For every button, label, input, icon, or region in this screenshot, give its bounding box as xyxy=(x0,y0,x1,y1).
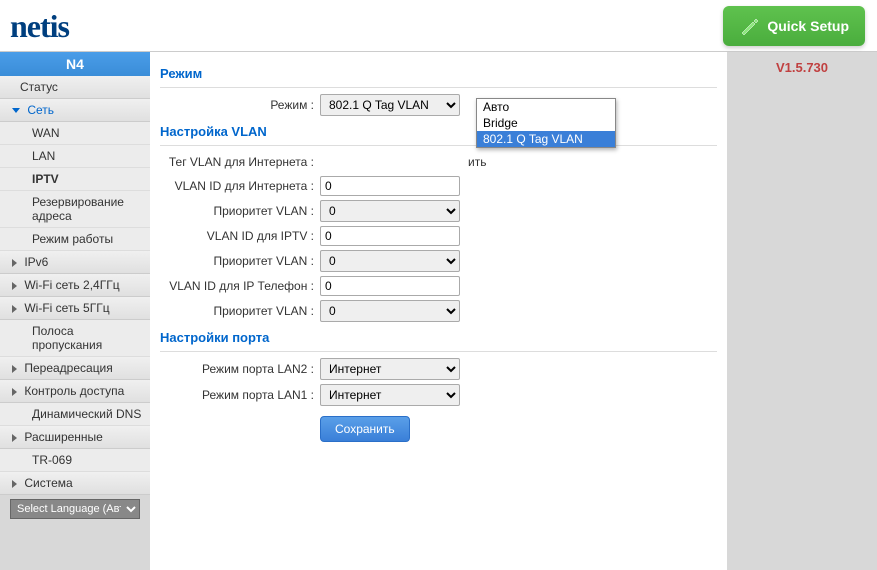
sidebar-item-wifi5[interactable]: Wi-Fi сеть 5ГГц xyxy=(0,297,150,320)
tag-vlan-internet-label: Тег VLAN для Интернета : xyxy=(160,155,320,169)
right-panel: V1.5.730 xyxy=(727,52,877,570)
sidebar-subitem-ddns[interactable]: Динамический DNS xyxy=(0,403,150,426)
chevron-down-icon xyxy=(12,108,20,113)
version-label: V1.5.730 xyxy=(735,60,869,75)
sidebar-item-access[interactable]: Контроль доступа xyxy=(0,380,150,403)
language-select[interactable]: Select Language (Авто) xyxy=(10,499,140,519)
sidebar-item-label: Сеть xyxy=(27,103,54,117)
quick-setup-button[interactable]: Quick Setup xyxy=(723,6,865,46)
mode-select[interactable]: 802.1 Q Tag VLAN xyxy=(320,94,460,116)
section-vlan-title: Настройка VLAN xyxy=(160,118,717,146)
sidebar-item-wifi24[interactable]: Wi-Fi сеть 2,4ГГц xyxy=(0,274,150,297)
quick-setup-label: Quick Setup xyxy=(767,18,849,34)
magic-wand-icon xyxy=(739,16,759,36)
mode-dropdown-open: Авто Bridge 802.1 Q Tag VLAN xyxy=(476,98,616,148)
sidebar-subitem-wan[interactable]: WAN xyxy=(0,122,150,145)
form-row-vlan-id-internet: VLAN ID для Интернета : xyxy=(160,174,717,198)
section-mode-title: Режим xyxy=(160,60,717,88)
vlan-id-iptv-label: VLAN ID для IPTV : xyxy=(160,229,320,243)
tag-vlan-internet-hint: ить xyxy=(468,155,717,169)
main-container: N4 Статус Сеть WAN LAN IPTV Резервирован… xyxy=(0,52,877,570)
vlan-priority-select-3[interactable]: 0 xyxy=(320,300,460,322)
sidebar-item-advanced[interactable]: Расширенные xyxy=(0,426,150,449)
form-row-tag-vlan-internet: Тег VLAN для Интернета : ить xyxy=(160,150,717,174)
sidebar-item-status[interactable]: Статус xyxy=(0,76,150,99)
sidebar-subitem-lan[interactable]: LAN xyxy=(0,145,150,168)
chevron-right-icon xyxy=(12,365,17,373)
sidebar-item-ipv6[interactable]: IPv6 xyxy=(0,251,150,274)
vlan-priority-select-1[interactable]: 0 xyxy=(320,200,460,222)
vlan-priority-label-2: Приоритет VLAN : xyxy=(160,254,320,268)
sidebar-model: N4 xyxy=(0,52,150,76)
form-row-mode: Режим : 802.1 Q Tag VLAN xyxy=(160,92,717,118)
vlan-priority-label-3: Приоритет VLAN : xyxy=(160,304,320,318)
mode-label: Режим : xyxy=(160,98,320,112)
vlan-id-phone-label: VLAN ID для IP Телефон : xyxy=(160,279,320,293)
sidebar-item-label: Расширенные xyxy=(24,430,103,444)
chevron-right-icon xyxy=(12,480,17,488)
sidebar-subitem-addr-reservation[interactable]: Резервирование адреса xyxy=(0,191,150,228)
chevron-right-icon xyxy=(12,388,17,396)
chevron-right-icon xyxy=(12,434,17,442)
logo: netis xyxy=(10,8,69,45)
sidebar-subitem-op-mode[interactable]: Режим работы xyxy=(0,228,150,251)
sidebar-subitem-bandwidth[interactable]: Полоса пропускания xyxy=(0,320,150,357)
sidebar-item-label: Wi-Fi сеть 2,4ГГц xyxy=(24,278,119,292)
form-row-port-lan2: Режим порта LAN2 : Интернет xyxy=(160,356,717,382)
port-lan2-label: Режим порта LAN2 : xyxy=(160,362,320,376)
section-port-title: Настройки порта xyxy=(160,324,717,352)
sidebar-item-label: IPv6 xyxy=(24,255,48,269)
chevron-right-icon xyxy=(12,259,17,267)
vlan-priority-label: Приоритет VLAN : xyxy=(160,204,320,218)
sidebar-item-label: Контроль доступа xyxy=(24,384,124,398)
form-row-vlan-priority-2: Приоритет VLAN : 0 xyxy=(160,248,717,274)
vlan-id-phone-input[interactable] xyxy=(320,276,460,296)
sidebar-item-network[interactable]: Сеть xyxy=(0,99,150,122)
top-bar: netis Quick Setup xyxy=(0,0,877,52)
vlan-id-internet-label: VLAN ID для Интернета : xyxy=(160,179,320,193)
vlan-id-internet-input[interactable] xyxy=(320,176,460,196)
sidebar-subitem-iptv[interactable]: IPTV xyxy=(0,168,150,191)
port-lan1-label: Режим порта LAN1 : xyxy=(160,388,320,402)
content-area: Режим Режим : 802.1 Q Tag VLAN Авто Brid… xyxy=(150,52,727,570)
chevron-right-icon xyxy=(12,282,17,290)
sidebar-subitem-tr069[interactable]: TR-069 xyxy=(0,449,150,472)
dropdown-option-auto[interactable]: Авто xyxy=(477,99,615,115)
vlan-id-iptv-input[interactable] xyxy=(320,226,460,246)
sidebar-item-label: Система xyxy=(24,476,72,490)
chevron-right-icon xyxy=(12,305,17,313)
sidebar-item-system[interactable]: Система xyxy=(0,472,150,495)
sidebar-item-label: Переадресация xyxy=(24,361,112,375)
form-row-vlan-priority-1: Приоритет VLAN : 0 xyxy=(160,198,717,224)
port-lan2-select[interactable]: Интернет xyxy=(320,358,460,380)
form-row-port-lan1: Режим порта LAN1 : Интернет xyxy=(160,382,717,408)
form-row-vlan-priority-3: Приоритет VLAN : 0 xyxy=(160,298,717,324)
port-lan1-select[interactable]: Интернет xyxy=(320,384,460,406)
sidebar: N4 Статус Сеть WAN LAN IPTV Резервирован… xyxy=(0,52,150,570)
dropdown-option-bridge[interactable]: Bridge xyxy=(477,115,615,131)
form-row-vlan-id-iptv: VLAN ID для IPTV : xyxy=(160,224,717,248)
sidebar-item-label: Wi-Fi сеть 5ГГц xyxy=(24,301,109,315)
dropdown-option-tag[interactable]: 802.1 Q Tag VLAN xyxy=(477,131,615,147)
vlan-priority-select-2[interactable]: 0 xyxy=(320,250,460,272)
sidebar-item-forwarding[interactable]: Переадресация xyxy=(0,357,150,380)
form-row-vlan-id-phone: VLAN ID для IP Телефон : xyxy=(160,274,717,298)
save-button[interactable]: Сохранить xyxy=(320,416,410,442)
